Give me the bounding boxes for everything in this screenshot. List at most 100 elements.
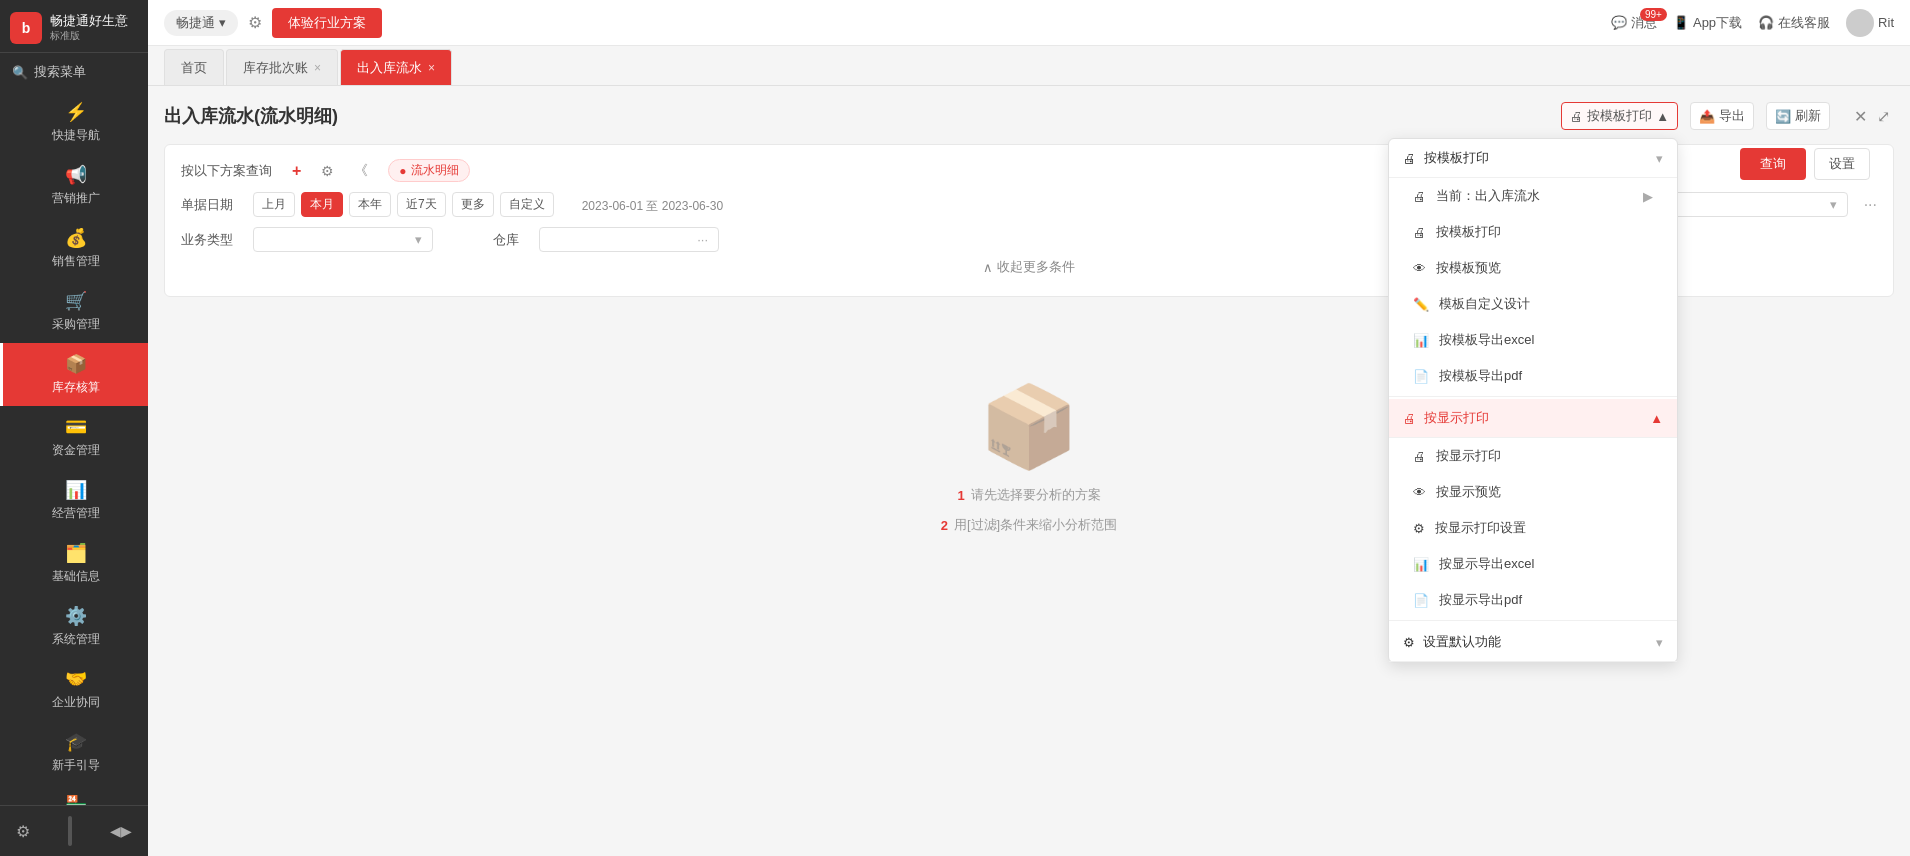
filter-settings-right-button[interactable]: 设置 bbox=[1814, 148, 1870, 180]
sidebar-item-purchase[interactable]: 🛒 采购管理 bbox=[0, 280, 148, 343]
dropdown-display-print-header[interactable]: 🖨 按显示打印 ▲ bbox=[1389, 399, 1677, 438]
dropdown-display-print-label: 按显示打印 bbox=[1424, 409, 1489, 427]
date-filter-buttons: 上月 本月 本年 近7天 更多 自定义 bbox=[253, 192, 554, 217]
date-btn-custom[interactable]: 自定义 bbox=[500, 192, 554, 217]
hint1-text: 请先选择要分析的方案 bbox=[971, 486, 1101, 504]
app-download-button[interactable]: 📱 App下载 bbox=[1673, 14, 1742, 32]
dropdown-display-print-settings[interactable]: ⚙ 按显示打印设置 bbox=[1389, 510, 1677, 546]
item-pdf-icon: 📄 bbox=[1413, 369, 1429, 384]
customer-service-button[interactable]: 🎧 在线客服 bbox=[1758, 14, 1830, 32]
sidebar-item-label: 系统管理 bbox=[52, 631, 100, 648]
message-button[interactable]: 💬 消息 99+ bbox=[1611, 14, 1657, 32]
collapse-label: 收起更多条件 bbox=[997, 258, 1075, 276]
dropdown-template-print-header[interactable]: 🖨 按模板打印 ▾ bbox=[1389, 139, 1677, 178]
sidebar-bottom: ⚙ ◀▶ bbox=[0, 805, 148, 856]
display-section-icon: 🖨 bbox=[1403, 411, 1416, 426]
sidebar-item-operations[interactable]: 📊 经营管理 bbox=[0, 469, 148, 532]
export-button[interactable]: 📤 导出 bbox=[1690, 102, 1754, 130]
tab-batch-account-close[interactable]: × bbox=[314, 61, 321, 75]
sidebar-item-appstore[interactable]: 🏪 应用中心 bbox=[0, 784, 148, 805]
promo-button[interactable]: 体验行业方案 bbox=[272, 8, 382, 38]
sidebar-item-finance[interactable]: 💳 资金管理 bbox=[0, 406, 148, 469]
dropdown-template-export-excel[interactable]: 📊 按模板导出excel bbox=[1389, 322, 1677, 358]
user-selector[interactable]: 畅捷通 ▾ bbox=[164, 10, 238, 36]
sidebar-item-basic[interactable]: 🗂️ 基础信息 bbox=[0, 532, 148, 595]
collapse-sidebar-icon[interactable]: ◀▶ bbox=[110, 823, 132, 839]
refresh-icon: 🔄 bbox=[1775, 109, 1791, 124]
dropdown-current-template[interactable]: 🖨 当前：出入库流水 ▶ bbox=[1389, 178, 1677, 214]
tab-batch-account[interactable]: 库存批次账 × bbox=[226, 49, 338, 85]
template-section-icon: 🖨 bbox=[1403, 151, 1416, 166]
filter-tag-label: 流水明细 bbox=[411, 162, 459, 179]
app-download-label: App下载 bbox=[1693, 14, 1742, 32]
warehouse-label: 仓库 bbox=[493, 231, 519, 249]
voucher-type-more[interactable]: ··· bbox=[1864, 196, 1877, 214]
template-export-pdf-label: 按模板导出pdf bbox=[1439, 367, 1522, 385]
dropdown-display-export-excel[interactable]: 📊 按显示导出excel bbox=[1389, 546, 1677, 582]
tab-inout-flow[interactable]: 出入库流水 × bbox=[340, 49, 452, 85]
business-type-select[interactable]: ▾ bbox=[253, 227, 433, 252]
sidebar-item-cooperation[interactable]: 🤝 企业协同 bbox=[0, 658, 148, 721]
user-profile-area[interactable]: Rit bbox=[1846, 9, 1894, 37]
sidebar-item-sales[interactable]: 💰 销售管理 bbox=[0, 217, 148, 280]
dropdown-display-print-item[interactable]: 🖨 按显示打印 bbox=[1389, 438, 1677, 474]
settings-bottom-icon[interactable]: ⚙ bbox=[16, 822, 30, 841]
item-design-icon: ✏️ bbox=[1413, 297, 1429, 312]
sidebar-item-inventory[interactable]: 📦 库存核算 bbox=[0, 343, 148, 406]
sidebar-item-guide[interactable]: 🎓 新手引导 bbox=[0, 721, 148, 784]
window-close-button[interactable]: ✕ bbox=[1850, 103, 1871, 130]
template-print-button[interactable]: 🖨 按模板打印 ▲ bbox=[1561, 102, 1678, 130]
voucher-type-arrow: ▾ bbox=[1830, 197, 1837, 212]
topbar: 畅捷通 ▾ ⚙ 体验行业方案 💬 消息 99+ 📱 App下载 🎧 在线客服 bbox=[148, 0, 1910, 46]
dropdown-template-print-item[interactable]: 🖨 按模板打印 bbox=[1389, 214, 1677, 250]
dropdown-set-default-header[interactable]: ⚙ 设置默认功能 ▾ bbox=[1389, 623, 1677, 662]
sidebar-item-label: 企业协同 bbox=[52, 694, 100, 711]
display-print-settings-label: 按显示打印设置 bbox=[1435, 519, 1526, 537]
tab-inout-flow-label: 出入库流水 bbox=[357, 59, 422, 77]
topbar-settings-icon[interactable]: ⚙ bbox=[248, 13, 262, 32]
date-btn-this-year[interactable]: 本年 bbox=[349, 192, 391, 217]
active-filter-tag: ● 流水明细 bbox=[388, 159, 469, 182]
filter-settings-button[interactable]: ⚙ bbox=[321, 163, 334, 179]
dropdown-template-design[interactable]: ✏️ 模板自定义设计 bbox=[1389, 286, 1677, 322]
sidebar-search-item[interactable]: 🔍 搜索菜单 bbox=[0, 53, 148, 91]
tab-batch-account-label: 库存批次账 bbox=[243, 59, 308, 77]
sidebar-item-label: 基础信息 bbox=[52, 568, 100, 585]
refresh-button[interactable]: 🔄 刷新 bbox=[1766, 102, 1830, 130]
date-btn-7days[interactable]: 近7天 bbox=[397, 192, 446, 217]
quick-nav-icon: ⚡ bbox=[65, 101, 87, 123]
dropdown-display-preview[interactable]: 👁 按显示预览 bbox=[1389, 474, 1677, 510]
template-print-container: 🖨 按模板打印 ▲ 🖨 按模板打印 ▾ bbox=[1561, 102, 1678, 130]
tab-inout-flow-close[interactable]: × bbox=[428, 61, 435, 75]
sidebar-item-label: 营销推广 bbox=[52, 190, 100, 207]
search-icon: 🔍 bbox=[12, 65, 28, 80]
sales-icon: 💰 bbox=[65, 227, 87, 249]
sidebar-item-marketing[interactable]: 📢 营销推广 bbox=[0, 154, 148, 217]
sidebar-item-label: 库存核算 bbox=[52, 379, 100, 396]
window-maximize-button[interactable]: ⤢ bbox=[1873, 103, 1894, 130]
user-profile-name: Rit bbox=[1878, 15, 1894, 30]
dropdown-template-export-pdf[interactable]: 📄 按模板导出pdf bbox=[1389, 358, 1677, 394]
dropdown-template-print-label: 按模板打印 bbox=[1424, 149, 1489, 167]
voucher-type-select[interactable]: ▾ bbox=[1668, 192, 1848, 217]
dropdown-template-preview[interactable]: 👁 按模板预览 bbox=[1389, 250, 1677, 286]
sidebar-item-quick-nav[interactable]: ⚡ 快捷导航 bbox=[0, 91, 148, 154]
filter-add-button[interactable]: + bbox=[292, 162, 301, 180]
date-btn-more[interactable]: 更多 bbox=[452, 192, 494, 217]
tab-home[interactable]: 首页 bbox=[164, 49, 224, 85]
dropdown-display-export-pdf[interactable]: 📄 按显示导出pdf bbox=[1389, 582, 1677, 618]
template-section-arrow: ▾ bbox=[1656, 151, 1663, 166]
query-button[interactable]: 查询 bbox=[1740, 148, 1806, 180]
filter-collapse-button[interactable]: 《 bbox=[354, 162, 368, 180]
main-area: 畅捷通 ▾ ⚙ 体验行业方案 💬 消息 99+ 📱 App下载 🎧 在线客服 bbox=[148, 0, 1910, 856]
default-section-icon: ⚙ bbox=[1403, 635, 1415, 650]
date-btn-this-month[interactable]: 本月 bbox=[301, 192, 343, 217]
customer-service-icon: 🎧 bbox=[1758, 15, 1774, 30]
sidebar-item-system[interactable]: ⚙️ 系统管理 bbox=[0, 595, 148, 658]
display-export-excel-label: 按显示导出excel bbox=[1439, 555, 1534, 573]
display-section-arrow: ▲ bbox=[1650, 411, 1663, 426]
warehouse-select[interactable]: ··· bbox=[539, 227, 719, 252]
date-btn-last-month[interactable]: 上月 bbox=[253, 192, 295, 217]
current-template-arrow: ▶ bbox=[1643, 189, 1653, 204]
empty-illustration: 📦 bbox=[979, 380, 1079, 474]
